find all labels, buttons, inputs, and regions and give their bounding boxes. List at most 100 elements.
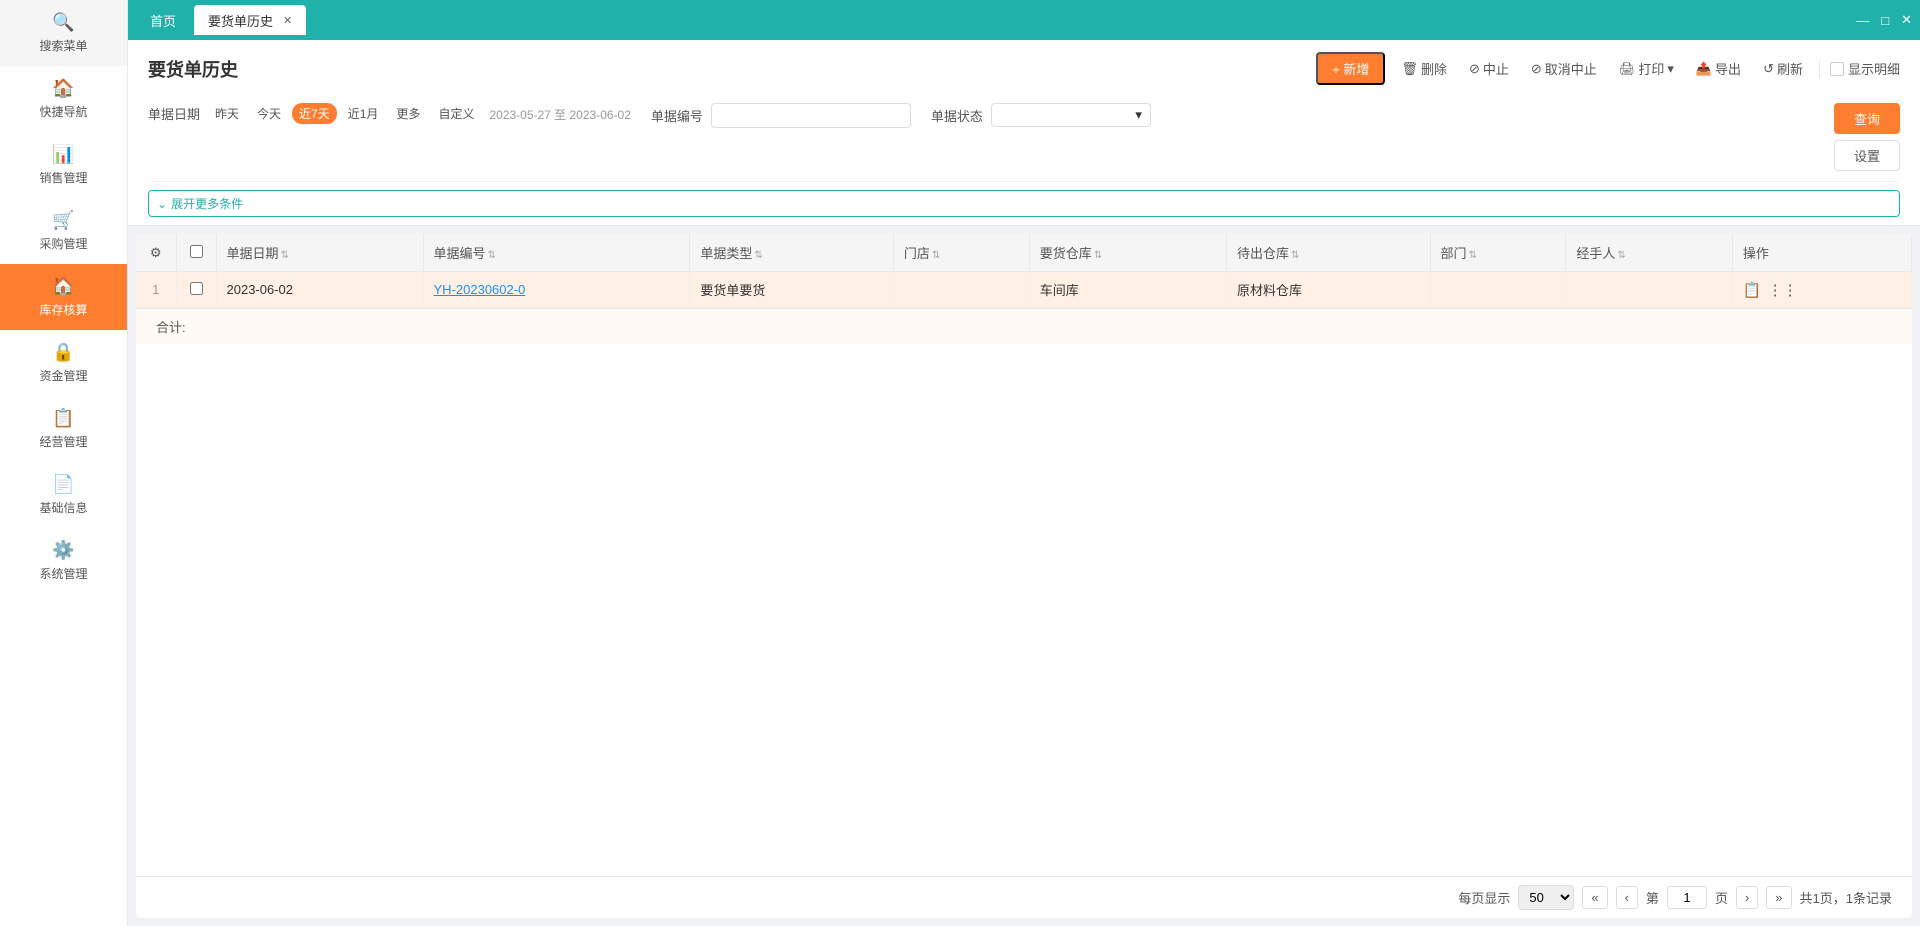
expand-conditions-button[interactable]: ⌄ 展开更多条件 [148, 190, 1900, 217]
col-header-handler[interactable]: 经手人⇅ [1566, 234, 1733, 272]
tab-close-icon[interactable]: ✕ [283, 14, 292, 27]
close-btn[interactable]: ✕ [1901, 12, 1912, 28]
filter-actions: 查询 设置 [1834, 103, 1900, 171]
date-filter-group: 单据日期 昨天今天近7天近1月更多自定义 2023-05-27 至 2023-0… [148, 103, 631, 124]
sidebar-item-label: 销售管理 [39, 169, 87, 186]
row-checkbox[interactable] [190, 282, 203, 295]
requisition-table: ⚙单据日期⇅单据编号⇅单据类型⇅门店⇅要货仓库⇅待出仓库⇅部门⇅经手人⇅操作 1… [136, 234, 1912, 308]
stop-label: 中止 [1483, 59, 1509, 78]
page-input[interactable] [1667, 886, 1707, 909]
sort-icon: ⇅ [754, 250, 762, 261]
new-button[interactable]: + 新增 [1316, 52, 1385, 85]
date-btn-more[interactable]: 更多 [389, 103, 427, 124]
settings-button[interactable]: 设置 [1834, 140, 1900, 171]
col-header-doc_type[interactable]: 单据类型⇅ [690, 234, 894, 272]
query-button[interactable]: 查询 [1834, 103, 1900, 134]
status-select[interactable]: ▾ [991, 103, 1151, 127]
main-area: 首页要货单历史✕ — □ ✕ 要货单历史 + 新增 🗑 删除 ⊘ 中止 [128, 0, 1920, 926]
tab-requisition-history[interactable]: 要货单历史✕ [194, 5, 306, 35]
date-range-text: 2023-05-27 至 2023-06-02 [489, 106, 630, 123]
sidebar-item-sales[interactable]: 📊 销售管理 [0, 132, 127, 198]
cancel-stop-label: 取消中止 [1545, 59, 1597, 78]
doc-number-input[interactable] [711, 103, 911, 128]
stop-button[interactable]: ⊘ 中止 [1463, 55, 1515, 82]
sales-icon: 📊 [52, 144, 74, 165]
toolbar-divider [1819, 60, 1820, 78]
date-btn-custom[interactable]: 自定义 [431, 103, 481, 124]
filter-row: 单据日期 昨天今天近7天近1月更多自定义 2023-05-27 至 2023-0… [148, 95, 1900, 181]
print-dropdown-icon: ▾ [1667, 61, 1674, 77]
minimize-btn[interactable]: — [1856, 13, 1869, 28]
sidebar-item-operations[interactable]: 📋经营管理 [0, 396, 127, 462]
display-detail-toggle[interactable]: 显示明细 [1830, 59, 1900, 78]
maximize-btn[interactable]: □ [1881, 13, 1889, 28]
delete-button[interactable]: 🗑 删除 [1395, 55, 1453, 82]
export-button[interactable]: 📤 导出 [1690, 55, 1747, 82]
export-icon: 📤 [1696, 61, 1712, 77]
page-suffix: 页 [1715, 888, 1728, 907]
first-page-btn[interactable]: « [1582, 886, 1607, 909]
col-header-pending_warehouse[interactable]: 待出仓库⇅ [1227, 234, 1431, 272]
cell-pending-warehouse: 原材料仓库 [1227, 272, 1431, 308]
edit-action-icon[interactable]: 📋 [1743, 281, 1762, 299]
summary-row: 合计: [136, 308, 1912, 344]
doc-number-filter: 单据编号 [651, 103, 911, 128]
summary-label: 合计: [156, 320, 186, 335]
sidebar-item-basics[interactable]: 📄基础信息 [0, 462, 127, 528]
per-page-select[interactable]: 50 100 [1518, 885, 1574, 910]
sidebar-item-label: 快捷导航 [39, 103, 87, 120]
table-body: 12023-06-02YH-20230602-0要货单要货车间库原材料仓库 📋 … [136, 272, 1912, 308]
sidebar-item-search-menu[interactable]: 🔍 搜索菜单 [0, 0, 127, 66]
sidebar-item-label: 搜索菜单 [39, 37, 87, 54]
more-action-icon[interactable]: ⋮⋮ [1768, 281, 1798, 299]
status-select-arrow: ▾ [1135, 107, 1142, 123]
settings-icon[interactable]: ⚙ [150, 245, 162, 260]
col-header-req_warehouse[interactable]: 要货仓库⇅ [1029, 234, 1226, 272]
col-header-doc_date[interactable]: 单据日期⇅ [216, 234, 423, 272]
search-menu-icon: 🔍 [52, 12, 74, 33]
col-header-store[interactable]: 门店⇅ [893, 234, 1029, 272]
tab-home[interactable]: 首页 [136, 5, 190, 35]
status-label: 单据状态 [931, 106, 983, 125]
cancel-stop-icon: ⊘ [1531, 61, 1542, 77]
sidebar-item-inventory[interactable]: 🏠库存核算 [0, 264, 127, 330]
date-filter-label: 单据日期 [148, 104, 200, 123]
delete-icon: 🗑 [1401, 61, 1418, 77]
next-page-btn[interactable]: › [1736, 886, 1758, 909]
row-num: 1 [136, 272, 176, 308]
date-btn-last7days[interactable]: 近7天 [292, 103, 337, 124]
last-page-btn[interactable]: » [1766, 886, 1791, 909]
stop-icon: ⊘ [1469, 61, 1480, 77]
date-btn-yesterday[interactable]: 昨天 [208, 103, 246, 124]
delete-label: 删除 [1421, 59, 1447, 78]
cell-doc-number[interactable]: YH-20230602-0 [423, 272, 690, 308]
display-detail-checkbox[interactable] [1830, 62, 1844, 76]
sidebar-item-label: 基础信息 [39, 499, 87, 516]
refresh-icon: ↺ [1763, 61, 1774, 77]
col-header-department[interactable]: 部门⇅ [1430, 234, 1566, 272]
export-label: 导出 [1715, 59, 1741, 78]
sidebar-item-system[interactable]: ⚙️系统管理 [0, 528, 127, 594]
cancel-stop-button[interactable]: ⊘ 取消中止 [1525, 55, 1603, 82]
sort-icon: ⇅ [1617, 250, 1625, 261]
cell-store [893, 272, 1029, 308]
date-btn-last_month[interactable]: 近1月 [341, 103, 386, 124]
select-all-checkbox[interactable] [190, 245, 203, 258]
sidebar-item-finance[interactable]: 🔒资金管理 [0, 330, 127, 396]
refresh-button[interactable]: ↺ 刷新 [1757, 55, 1809, 82]
tab-label: 首页 [150, 11, 176, 30]
sort-icon: ⇅ [1094, 250, 1102, 261]
sidebar-item-label: 库存核算 [39, 301, 87, 318]
toolbar: + 新增 🗑 删除 ⊘ 中止 ⊘ 取消中止 🖨 打 [1316, 52, 1900, 85]
print-button[interactable]: 🖨 打印 ▾ [1613, 55, 1680, 82]
expand-row: ⌄ 展开更多条件 [148, 181, 1900, 225]
col-header-doc_number[interactable]: 单据编号⇅ [423, 234, 690, 272]
date-btn-today[interactable]: 今天 [250, 103, 288, 124]
sidebar-item-label: 采购管理 [39, 235, 87, 252]
quick-nav-icon: 🏠 [52, 78, 74, 99]
prev-page-btn[interactable]: ‹ [1616, 886, 1638, 909]
system-icon: ⚙️ [52, 540, 74, 561]
row-checkbox-cell [176, 272, 216, 308]
sidebar-item-purchase[interactable]: 🛒采购管理 [0, 198, 127, 264]
sidebar-item-quick-nav[interactable]: 🏠 快捷导航 [0, 66, 127, 132]
